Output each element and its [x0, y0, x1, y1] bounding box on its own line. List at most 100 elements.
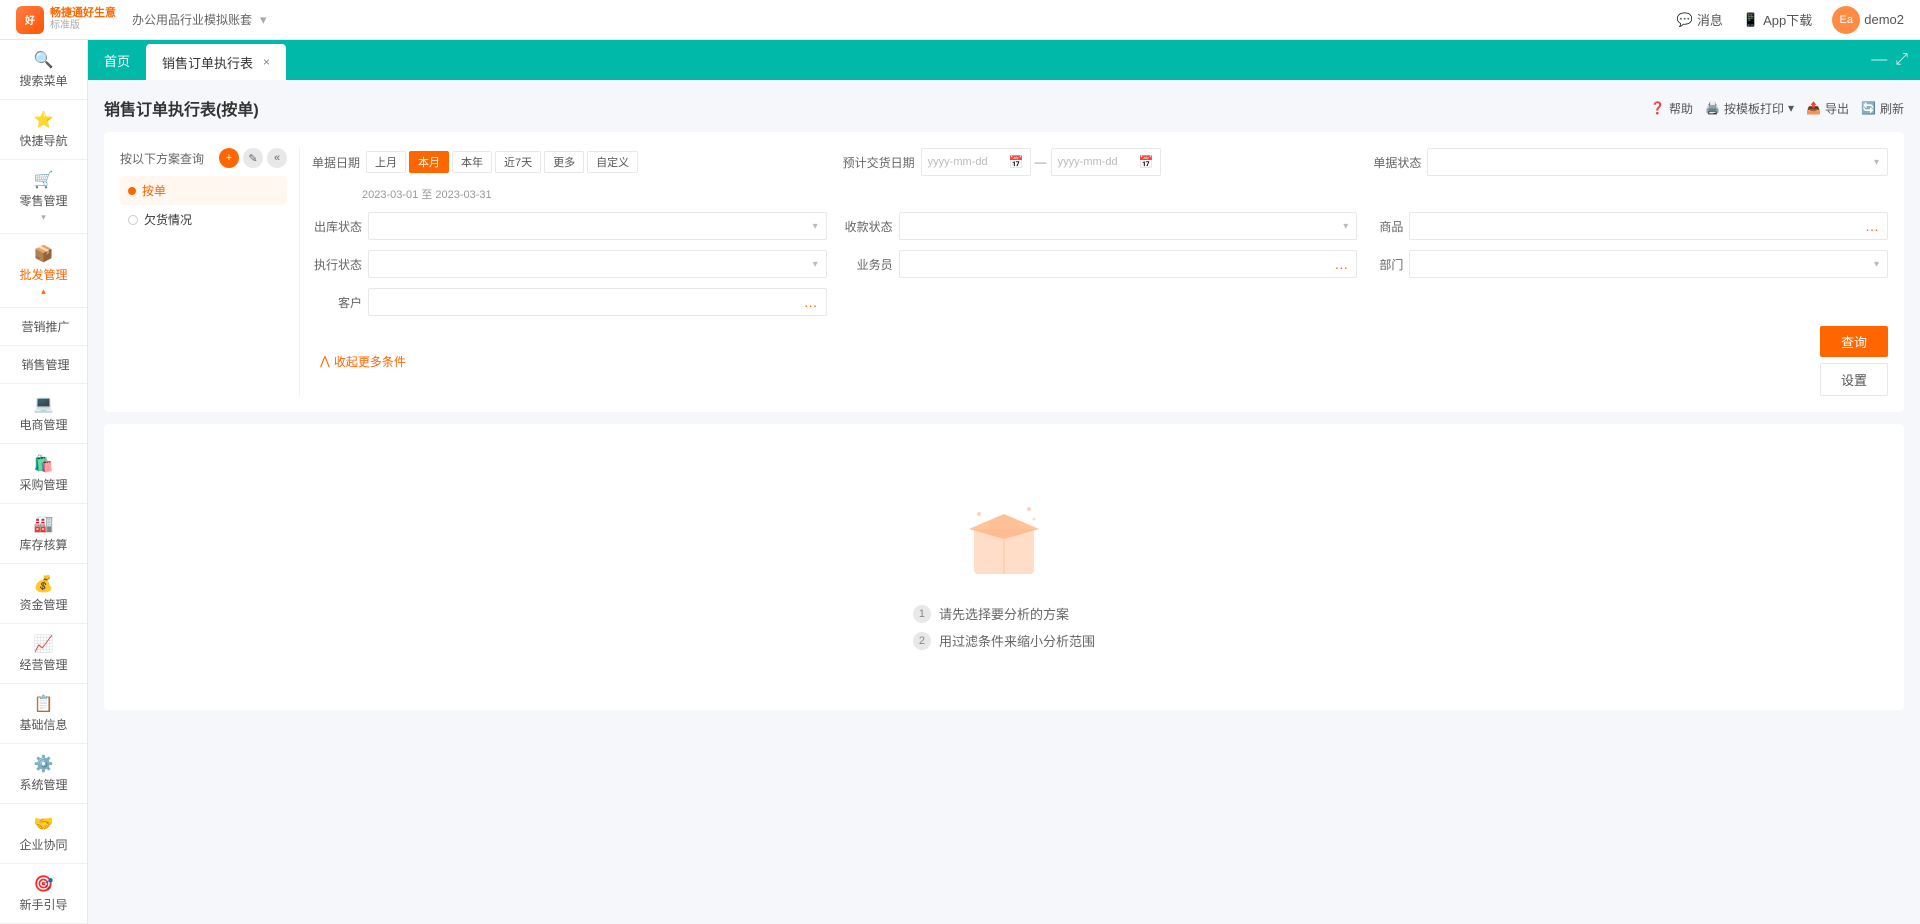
settings-button[interactable]: 设置 [1820, 363, 1888, 396]
app-download-button[interactable]: 📱 App下载 [1743, 10, 1812, 29]
customer-row: 客户 … [312, 288, 827, 316]
date-btn-more[interactable]: 更多 [544, 151, 584, 173]
tab-minimize-button[interactable]: — [1871, 51, 1887, 69]
collapse-scheme-button[interactable]: « [267, 148, 287, 168]
date-btn-custom[interactable]: 自定义 [587, 151, 638, 173]
date-btn-current-month[interactable]: 本月 [409, 151, 449, 173]
filter-panel: 按以下方案查询 + ✎ « 按单 [104, 132, 1904, 412]
sidebar-item-purchase[interactable]: 🛍️ 采购管理 [0, 444, 87, 504]
goods-dots-icon[interactable]: … [1865, 218, 1879, 234]
payment-status-select[interactable]: ▾ [899, 212, 1358, 240]
inventory-icon: 🏭 [4, 514, 83, 534]
logo-icon: 好 [16, 6, 44, 34]
payment-status-row: 收款状态 ▾ [843, 212, 1358, 240]
query-button[interactable]: 查询 [1820, 326, 1888, 357]
tab-home[interactable]: 首页 [88, 40, 146, 80]
star-icon: ⭐ [4, 110, 83, 130]
customer-dots-icon[interactable]: … [804, 294, 818, 310]
sidebar-item-finance[interactable]: 💰 资金管理 [0, 564, 87, 624]
exec-status-select[interactable]: ▾ [368, 250, 827, 278]
calendar-icon-end: 📅 [1139, 155, 1154, 169]
scheme-item-按单[interactable]: 按单 [120, 176, 287, 205]
order-status-arrow: ▾ [1874, 157, 1879, 168]
ecommerce-icon: 💻 [4, 394, 83, 414]
ship-status-select[interactable]: ▾ [368, 212, 827, 240]
sidebar: 🔍 搜索菜单 ⭐ 快捷导航 🛒 零售管理 ▾ 📦 批发管理 ▴ 营销推广 销售管… [0, 40, 88, 924]
sub-title: 办公用品行业模拟账套 [132, 11, 252, 28]
cooperation-icon: 🤝 [4, 814, 83, 834]
exec-status-row: 执行状态 ▾ [312, 250, 827, 278]
tab-maximize-button[interactable]: ⤢ [1895, 51, 1908, 69]
purchase-icon: 🛍️ [4, 454, 83, 474]
message-button[interactable]: 💬 消息 [1677, 10, 1723, 29]
guide-icon: 🎯 [4, 874, 83, 894]
hint-num-2: 2 [913, 632, 931, 650]
tab-sales-order[interactable]: 销售订单执行表 × [146, 44, 286, 80]
tab-close-button[interactable]: × [263, 55, 270, 69]
export-button[interactable]: 📤 导出 [1806, 100, 1849, 117]
sub-title-dropdown-icon[interactable]: ▾ [260, 12, 267, 28]
expected-date-label: 预计交货日期 [843, 154, 915, 171]
expected-date-end[interactable]: yyyy-mm-dd 📅 [1051, 148, 1161, 176]
sidebar-item-marketing[interactable]: 营销推广 [0, 308, 87, 346]
sidebar-item-system[interactable]: ⚙️ 系统管理 [0, 744, 87, 804]
customer-select[interactable]: … [368, 288, 827, 316]
mobile-icon: 📱 [1743, 12, 1759, 28]
sidebar-item-wholesale[interactable]: 📦 批发管理 ▴ [0, 234, 87, 308]
expected-date-start[interactable]: yyyy-mm-dd 📅 [921, 148, 1031, 176]
dept-select[interactable]: ▾ [1409, 250, 1888, 278]
finance-icon: 💰 [4, 574, 83, 594]
sidebar-item-basic-info[interactable]: 📋 基础信息 [0, 684, 87, 744]
collapse-conditions-button[interactable]: ⋀ 收起更多条件 [312, 345, 414, 378]
refresh-button[interactable]: 🔄 刷新 [1861, 100, 1904, 117]
sidebar-item-search[interactable]: 🔍 搜索菜单 [0, 40, 87, 100]
date-btn-last-month[interactable]: 上月 [366, 151, 406, 173]
sidebar-item-retail[interactable]: 🛒 零售管理 ▾ [0, 160, 87, 234]
circle-icon [128, 215, 138, 225]
collapse-up-icon: ⋀ [320, 354, 330, 368]
avatar: Ea [1832, 6, 1860, 34]
order-status-filter-row: 单据状态 ▾ [1373, 148, 1888, 176]
goods-select[interactable]: … [1409, 212, 1888, 240]
sidebar-item-sales[interactable]: 销售管理 [0, 346, 87, 384]
basic-info-icon: 📋 [4, 694, 83, 714]
expected-date-filter-row: 预计交货日期 yyyy-mm-dd 📅 — yyyy-mm-dd [843, 148, 1358, 176]
ship-status-arrow: ▾ [813, 221, 818, 232]
sidebar-item-inventory[interactable]: 🏭 库存核算 [0, 504, 87, 564]
empty-hint-2: 2 用过滤条件来缩小分析范围 [913, 631, 1095, 650]
retail-icon: 🛒 [4, 170, 83, 190]
customer-label: 客户 [312, 294, 362, 311]
empty-hints: 1 请先选择要分析的方案 2 用过滤条件来缩小分析范围 [913, 604, 1095, 650]
goods-label: 商品 [1373, 218, 1403, 235]
sidebar-item-ecommerce[interactable]: 💻 电商管理 [0, 384, 87, 444]
message-icon: 💬 [1677, 12, 1693, 28]
add-scheme-button[interactable]: + [219, 148, 239, 168]
empty-hint-1: 1 请先选择要分析的方案 [913, 604, 1095, 623]
ship-status-row: 出库状态 ▾ [312, 212, 827, 240]
edit-scheme-button[interactable]: ✎ [243, 148, 263, 168]
payment-status-arrow: ▾ [1343, 221, 1348, 232]
tab-bar: 首页 销售订单执行表 × — ⤢ [88, 40, 1920, 80]
hint-num-1: 1 [913, 605, 931, 623]
salesperson-dots-icon[interactable]: … [1334, 256, 1348, 272]
user-area[interactable]: Ea demo2 [1832, 6, 1904, 34]
salesperson-select[interactable]: … [899, 250, 1358, 278]
date-btn-last-7days[interactable]: 近7天 [495, 151, 541, 173]
salesperson-row: 业务员 … [843, 250, 1358, 278]
logo: 好 畅捷通好生意 标准版 [16, 6, 116, 34]
sidebar-item-guide[interactable]: 🎯 新手引导 [0, 864, 87, 924]
sidebar-item-quick-nav[interactable]: ⭐ 快捷导航 [0, 100, 87, 160]
sidebar-item-operations[interactable]: 📈 经营管理 [0, 624, 87, 684]
sidebar-item-cooperation[interactable]: 🤝 企业协同 [0, 804, 87, 864]
empty-illustration [954, 484, 1054, 584]
goods-row: 商品 … [1373, 212, 1888, 240]
scheme-item-欠货情况[interactable]: 欠货情况 [120, 205, 287, 234]
export-icon: 📤 [1806, 101, 1821, 115]
order-status-select[interactable]: ▾ [1427, 148, 1888, 176]
date-btn-current-year[interactable]: 本年 [452, 151, 492, 173]
exec-status-label: 执行状态 [312, 256, 362, 273]
print-dropdown-icon[interactable]: ▾ [1788, 101, 1794, 115]
print-button[interactable]: 🖨️ 按模板打印 ▾ [1705, 100, 1794, 117]
help-button[interactable]: ❓ 帮助 [1650, 100, 1693, 117]
print-icon: 🖨️ [1705, 101, 1720, 115]
